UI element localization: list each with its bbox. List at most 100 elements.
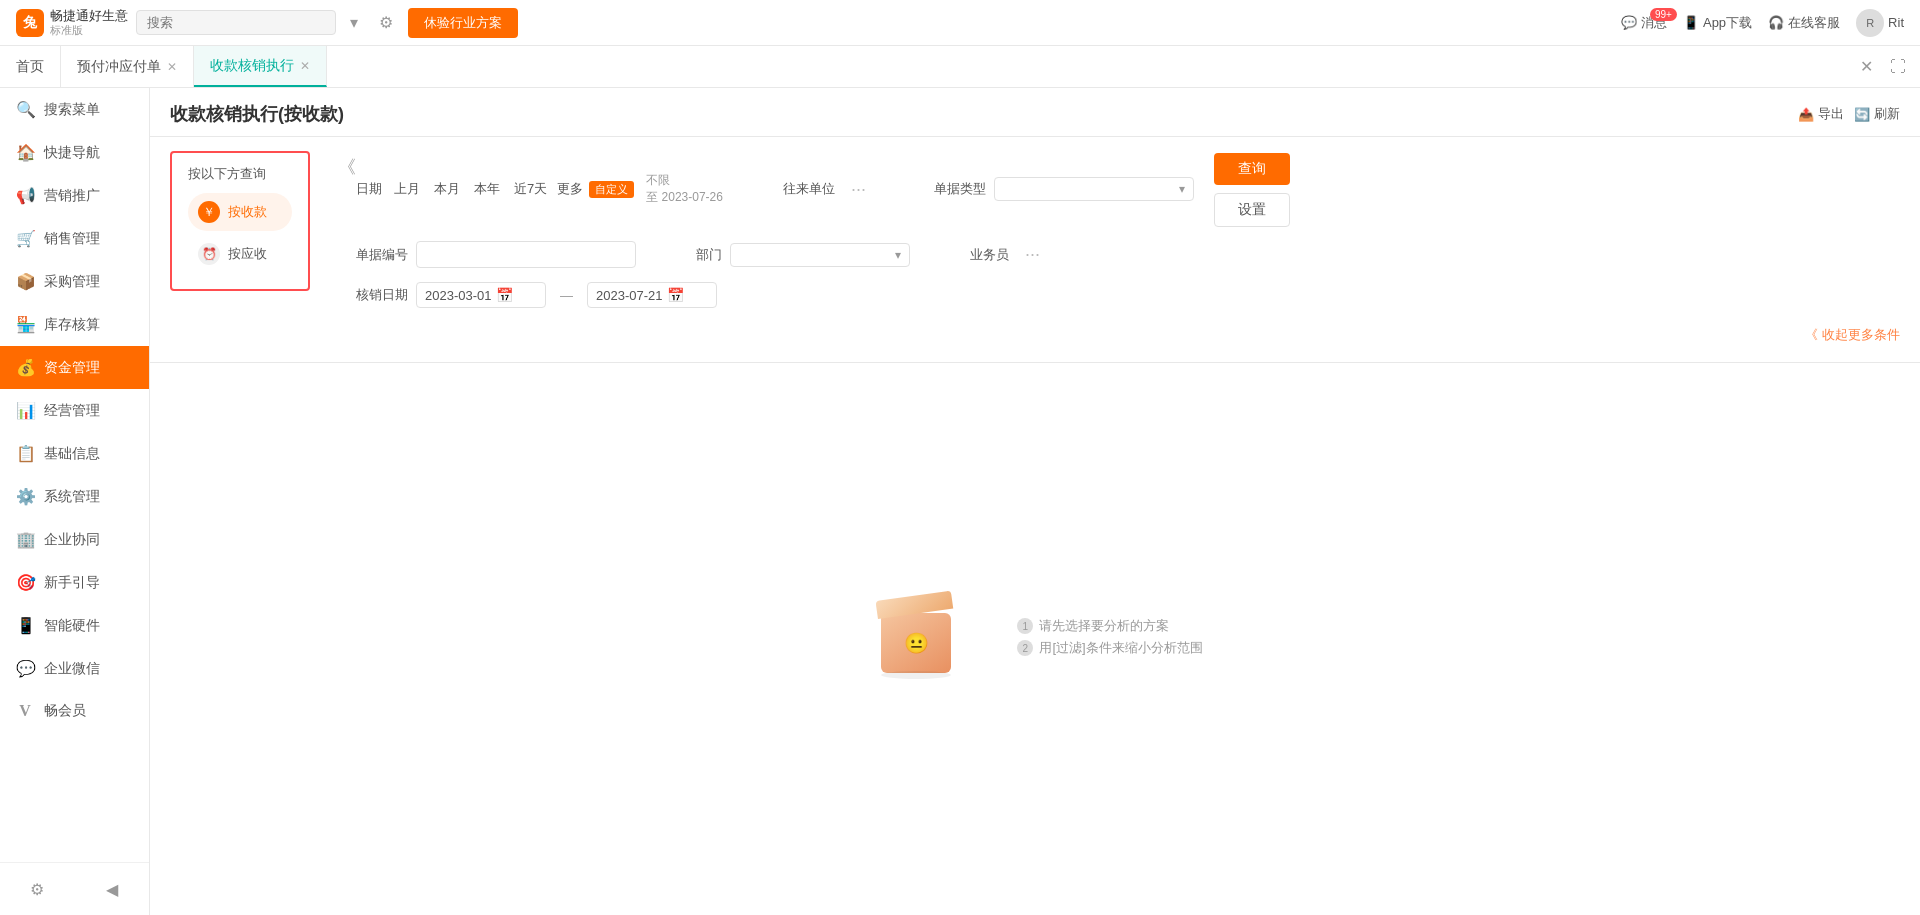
doctype-label: 单据类型 xyxy=(934,180,986,198)
tab-close-window-icon[interactable]: ✕ xyxy=(1854,55,1878,79)
date-this-month[interactable]: 本月 xyxy=(430,178,464,200)
collection-tab-label: 收款核销执行 xyxy=(210,57,294,75)
sidebar-label-finance: 资金管理 xyxy=(44,359,100,377)
app-download-button[interactable]: 📱 App下载 xyxy=(1683,14,1752,32)
sidebar-item-hardware[interactable]: 📱 智能硬件 xyxy=(0,604,149,647)
filter-row-3: 核销日期 2023-03-01 📅 — 2023-07-21 📅 xyxy=(356,282,1900,308)
sidebar-label-system: 系统管理 xyxy=(44,488,100,506)
sidebar-item-quicknav[interactable]: 🏠 快捷导航 xyxy=(0,131,149,174)
export-button[interactable]: 📤 导出 xyxy=(1798,105,1844,123)
filter-area: 按以下方查询 ￥ 按收款 ⏰ 按应收 《 xyxy=(150,137,1920,363)
tab-maximize-icon[interactable]: ⛶ xyxy=(1886,55,1910,79)
export-label: 导出 xyxy=(1818,105,1844,123)
tab-prepay[interactable]: 预付冲应付单 ✕ xyxy=(61,46,194,87)
sidebar-item-guide[interactable]: 🎯 新手引导 xyxy=(0,561,149,604)
sidebar-item-marketing[interactable]: 📢 营销推广 xyxy=(0,174,149,217)
dept-field-group: 部门 ▾ xyxy=(696,243,910,267)
sidebar-item-finance[interactable]: 💰 资金管理 xyxy=(0,346,149,389)
empty-step-1-text: 请先选择要分析的方案 xyxy=(1039,617,1169,635)
date-custom-badge[interactable]: 自定义 xyxy=(589,181,634,198)
date-no-limit: 不限 xyxy=(646,172,723,189)
date-this-year[interactable]: 本年 xyxy=(470,178,504,200)
message-button[interactable]: 💬 消息 99+ xyxy=(1621,14,1667,32)
marketing-icon: 📢 xyxy=(16,186,34,205)
filter-collection-label: 按收款 xyxy=(228,203,267,221)
receivable-icon: ⏰ xyxy=(198,243,220,265)
collapse-more-label: 收起更多条件 xyxy=(1822,326,1900,344)
staff-dots[interactable]: ··· xyxy=(1025,244,1040,265)
doctype-chevron-icon: ▾ xyxy=(1179,182,1185,196)
date-until: 至 2023-07-26 xyxy=(646,189,723,206)
sidebar-item-inventory[interactable]: 🏪 库存核算 xyxy=(0,303,149,346)
date-more[interactable]: 更多 xyxy=(557,180,583,198)
staff-field-group: 业务员 ··· xyxy=(970,244,1048,265)
counterparty-dots[interactable]: ··· xyxy=(851,179,866,200)
prepay-tab-close-icon[interactable]: ✕ xyxy=(167,60,177,74)
query-button[interactable]: 查询 xyxy=(1214,153,1290,185)
filter-panel-title: 按以下方查询 xyxy=(188,165,292,183)
settings-button[interactable]: 设置 xyxy=(1214,193,1290,227)
sidebar-label-member: 畅会员 xyxy=(44,702,86,720)
hardware-icon: 📱 xyxy=(16,616,34,635)
search-dropdown-icon[interactable]: ▾ xyxy=(344,13,364,33)
sidebar-label-guide: 新手引导 xyxy=(44,574,100,592)
inventory-icon: 🏪 xyxy=(16,315,34,334)
settings-icon[interactable]: ⚙ xyxy=(372,9,400,37)
solution-button[interactable]: 休验行业方案 xyxy=(408,8,518,38)
filter-receivable-label: 按应收 xyxy=(228,245,267,263)
tab-home[interactable]: 首页 xyxy=(0,46,61,87)
docno-field-group: 单据编号 xyxy=(356,241,636,268)
sidebar-item-search[interactable]: 🔍 搜索菜单 xyxy=(0,88,149,131)
main-container: 🔍 搜索菜单 🏠 快捷导航 📢 营销推广 🛒 销售管理 📦 采购管理 🏪 库存核… xyxy=(0,88,1920,915)
empty-box: 😐 xyxy=(881,613,951,673)
guide-icon: 🎯 xyxy=(16,573,34,592)
sidebar-settings-icon[interactable]: ⚙ xyxy=(21,873,53,905)
tab-collection[interactable]: 收款核销执行 ✕ xyxy=(194,46,327,87)
online-service-button[interactable]: 🎧 在线客服 xyxy=(1768,14,1840,32)
home-icon: 🏠 xyxy=(16,143,34,162)
sidebar-item-sales[interactable]: 🛒 销售管理 xyxy=(0,217,149,260)
step-1-circle: 1 xyxy=(1017,618,1033,634)
headset-icon: 🎧 xyxy=(1768,15,1784,30)
sidebar-collapse-icon[interactable]: ◀ xyxy=(96,873,128,905)
refresh-button[interactable]: 🔄 刷新 xyxy=(1854,105,1900,123)
sidebar-item-basic[interactable]: 📋 基础信息 xyxy=(0,432,149,475)
sidebar-item-purchase[interactable]: 📦 采购管理 xyxy=(0,260,149,303)
sidebar-item-member[interactable]: V 畅会员 xyxy=(0,690,149,732)
collapse-more-button[interactable]: 《 收起更多条件 xyxy=(1805,322,1900,348)
search-icon: 🔍 xyxy=(16,100,34,119)
filter-panel-collapse-icon[interactable]: 《 xyxy=(338,155,356,179)
user-profile[interactable]: R Rit xyxy=(1856,9,1904,37)
verify-date-start-input[interactable]: 2023-03-01 📅 xyxy=(416,282,546,308)
date-last-month[interactable]: 上月 xyxy=(390,178,424,200)
collapse-row: 《 收起更多条件 xyxy=(356,322,1900,348)
filter-by-receivable[interactable]: ⏰ 按应收 xyxy=(188,235,292,273)
sidebar-item-operation[interactable]: 📊 经营管理 xyxy=(0,389,149,432)
app-download-icon: 📱 xyxy=(1683,15,1699,30)
tab-bar: 首页 预付冲应付单 ✕ 收款核销执行 ✕ ✕ ⛶ xyxy=(0,46,1920,88)
dept-select[interactable]: ▾ xyxy=(730,243,910,267)
sidebar-label-quicknav: 快捷导航 xyxy=(44,144,100,162)
sidebar-label-basic: 基础信息 xyxy=(44,445,100,463)
sidebar-item-wechat[interactable]: 💬 企业微信 xyxy=(0,647,149,690)
sidebar-bottom: ⚙ ◀ xyxy=(0,862,149,915)
collection-tab-close-icon[interactable]: ✕ xyxy=(300,59,310,73)
filter-by-collection[interactable]: ￥ 按收款 xyxy=(188,193,292,231)
docno-input[interactable] xyxy=(416,241,636,268)
verify-end-cal-icon: 📅 xyxy=(667,287,684,303)
sidebar-item-system[interactable]: ⚙️ 系统管理 xyxy=(0,475,149,518)
empty-illustration: 😐 xyxy=(867,589,987,689)
message-icon: 💬 xyxy=(1621,15,1637,30)
doctype-select[interactable]: ▾ xyxy=(994,177,1194,201)
counterparty-field-group: 往来单位 ··· xyxy=(783,179,874,200)
date-7days[interactable]: 近7天 xyxy=(510,178,551,200)
sidebar-item-enterprise[interactable]: 🏢 企业协同 xyxy=(0,518,149,561)
verify-date-end-input[interactable]: 2023-07-21 📅 xyxy=(587,282,717,308)
wechat-icon: 💬 xyxy=(16,659,34,678)
docno-label: 单据编号 xyxy=(356,246,408,264)
user-avatar: R xyxy=(1856,9,1884,37)
sidebar-label-purchase: 采购管理 xyxy=(44,273,100,291)
message-badge: 99+ xyxy=(1650,8,1677,21)
search-input[interactable] xyxy=(136,10,336,35)
enterprise-icon: 🏢 xyxy=(16,530,34,549)
